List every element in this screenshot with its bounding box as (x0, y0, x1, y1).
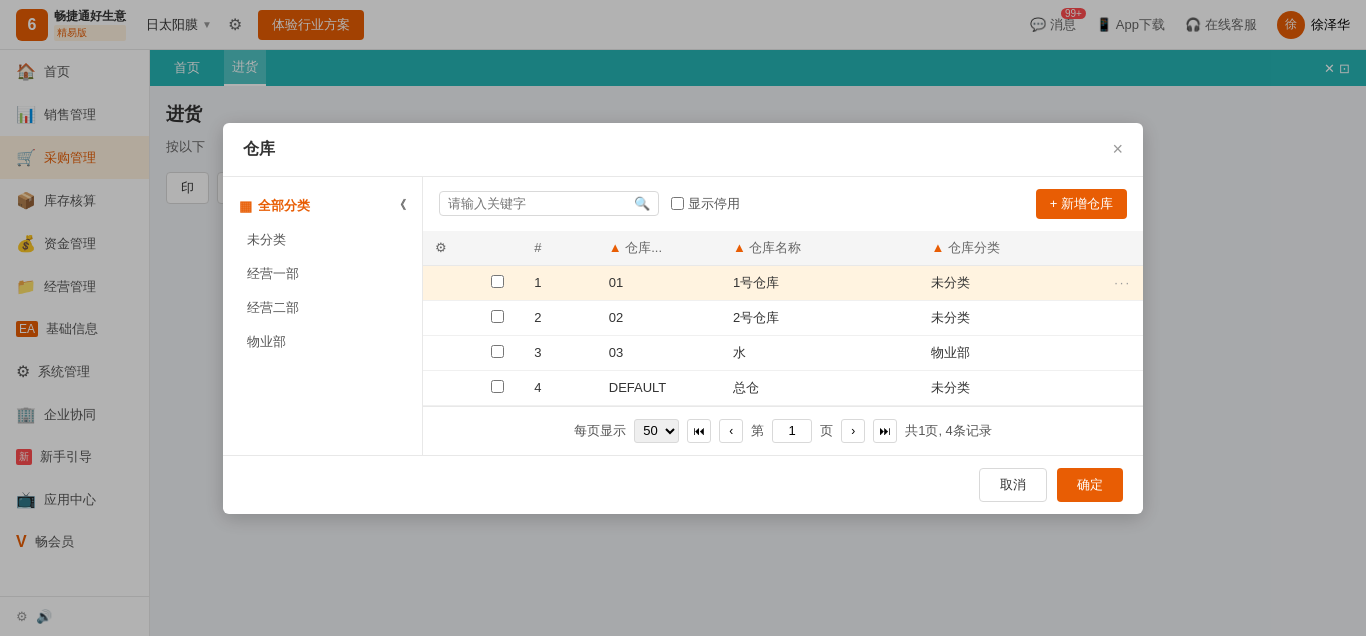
category-panel: ▦ 全部分类 《 未分类 经营一部 经营二部 物业部 (223, 177, 423, 455)
last-page-button[interactable]: ⏭ (873, 419, 897, 443)
table-row[interactable]: 2 02 2号仓库 未分类 (423, 300, 1143, 335)
ellipsis-icon[interactable]: ··· (1114, 275, 1131, 290)
show-disabled-checkbox[interactable]: 显示停用 (671, 195, 740, 213)
category-item-property[interactable]: 物业部 (223, 325, 422, 359)
row-settings (423, 265, 473, 300)
col-settings[interactable]: ⚙ (423, 231, 473, 266)
prev-page-button[interactable]: ‹ (719, 419, 743, 443)
total-records: 共1页, 4条记录 (905, 422, 992, 440)
row-name: 1号仓库 (721, 265, 920, 300)
confirm-button[interactable]: 确定 (1057, 468, 1123, 502)
col-name-header[interactable]: ▲ 仓库名称 (721, 231, 920, 266)
table-panel: 🔍 显示停用 + 新增仓库 ⚙ (423, 177, 1143, 455)
row-num: 4 (522, 370, 596, 405)
modal-footer: 取消 确定 (223, 455, 1143, 514)
row-name: 水 (721, 335, 920, 370)
row-settings (423, 300, 473, 335)
row-checkbox[interactable] (473, 265, 523, 300)
page-label: 第 (751, 422, 764, 440)
row-code: DEFAULT (597, 370, 721, 405)
row-checkbox[interactable] (473, 370, 523, 405)
cancel-button[interactable]: 取消 (979, 468, 1047, 502)
sort-icon: ▲ (609, 240, 622, 255)
row-num: 3 (522, 335, 596, 370)
modal-title: 仓库 (243, 139, 275, 160)
row-num: 2 (522, 300, 596, 335)
new-warehouse-button[interactable]: + 新增仓库 (1036, 189, 1127, 219)
modal-overlay: 仓库 × ▦ 全部分类 《 未分类 经营一部 经营二部 (0, 0, 1366, 636)
table-row[interactable]: 4 DEFAULT 总仓 未分类 (423, 370, 1143, 405)
table-row[interactable]: 1 01 1号仓库 未分类 ··· (423, 265, 1143, 300)
modal-close-button[interactable]: × (1112, 139, 1123, 160)
row-code: 01 (597, 265, 721, 300)
next-page-button[interactable]: › (841, 419, 865, 443)
per-page-label: 每页显示 (574, 422, 626, 440)
table-header: ⚙ # ▲ 仓库... ▲ 仓库名称 (423, 231, 1143, 266)
grid-icon: ▦ (239, 198, 252, 214)
row-name: 总仓 (721, 370, 920, 405)
search-box: 🔍 (439, 191, 659, 216)
sort-icon3: ▲ (931, 240, 944, 255)
all-categories-item[interactable]: ▦ 全部分类 《 (223, 189, 422, 223)
page-suffix: 页 (820, 422, 833, 440)
search-input[interactable] (448, 196, 628, 211)
row-more (1068, 370, 1143, 405)
row-more[interactable]: ··· (1068, 265, 1143, 300)
row-more (1068, 300, 1143, 335)
table-row[interactable]: 3 03 水 物业部 (423, 335, 1143, 370)
row-more (1068, 335, 1143, 370)
row-num: 1 (522, 265, 596, 300)
col-cat-header[interactable]: ▲ 仓库分类 (919, 231, 1068, 266)
warehouse-table: ⚙ # ▲ 仓库... ▲ 仓库名称 (423, 231, 1143, 406)
per-page-select[interactable]: 50 (634, 419, 679, 443)
warehouse-modal: 仓库 × ▦ 全部分类 《 未分类 经营一部 经营二部 (223, 123, 1143, 514)
row-settings (423, 335, 473, 370)
table-toolbar: 🔍 显示停用 + 新增仓库 (423, 177, 1143, 231)
row-checkbox[interactable] (473, 335, 523, 370)
modal-body: ▦ 全部分类 《 未分类 经营一部 经营二部 物业部 (223, 177, 1143, 455)
row-cat: 未分类 (919, 265, 1068, 300)
disabled-checkbox-input[interactable] (671, 197, 684, 210)
collapse-icon[interactable]: 《 (394, 197, 406, 214)
row-code: 03 (597, 335, 721, 370)
first-page-button[interactable]: ⏮ (687, 419, 711, 443)
modal-header: 仓库 × (223, 123, 1143, 177)
table-body: 1 01 1号仓库 未分类 ··· 2 02 2 (423, 265, 1143, 405)
col-num: # (522, 231, 596, 266)
col-more (1068, 231, 1143, 266)
sort-icon2: ▲ (733, 240, 746, 255)
category-item-ops2[interactable]: 经营二部 (223, 291, 422, 325)
search-icon[interactable]: 🔍 (634, 196, 650, 211)
category-item-ops1[interactable]: 经营一部 (223, 257, 422, 291)
table-scroll: ⚙ # ▲ 仓库... ▲ 仓库名称 (423, 231, 1143, 406)
row-checkbox[interactable] (473, 300, 523, 335)
row-cat: 物业部 (919, 335, 1068, 370)
row-cat: 未分类 (919, 370, 1068, 405)
category-item-uncat[interactable]: 未分类 (223, 223, 422, 257)
row-settings (423, 370, 473, 405)
pagination: 每页显示 50 ⏮ ‹ 第 页 › ⏭ 共1页, 4条记录 (423, 406, 1143, 455)
row-code: 02 (597, 300, 721, 335)
row-cat: 未分类 (919, 300, 1068, 335)
col-checkbox (473, 231, 523, 266)
page-input[interactable] (772, 419, 812, 443)
col-code-header[interactable]: ▲ 仓库... (597, 231, 721, 266)
row-name: 2号仓库 (721, 300, 920, 335)
